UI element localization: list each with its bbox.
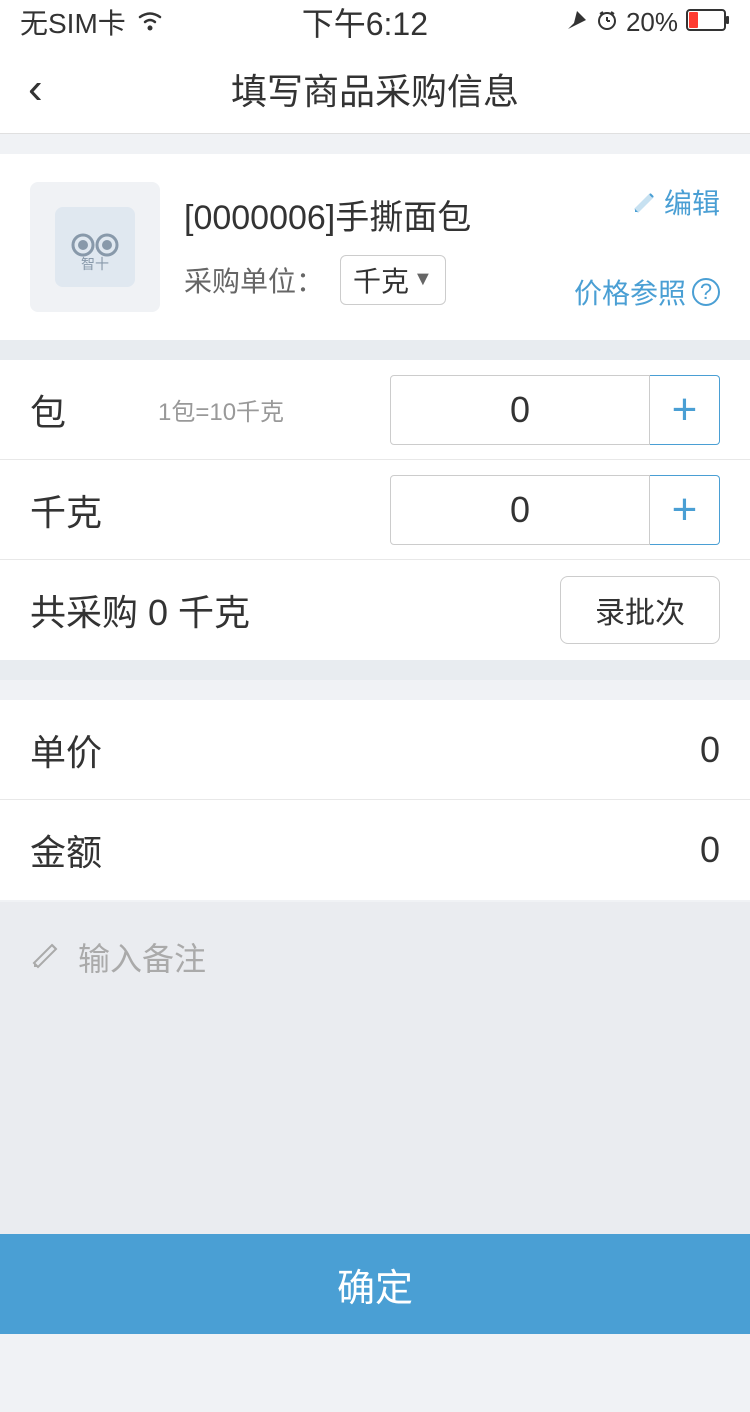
input-section: 包 1包=10千克 + 千克 + 共采购 0 千克 录批次 <box>0 360 750 660</box>
battery-icon <box>686 7 730 38</box>
page-title: 填写商品采购信息 <box>231 63 519 115</box>
confirm-button[interactable]: 确定 <box>0 1234 750 1334</box>
unit-select[interactable]: 千克 ▼ <box>340 255 446 305</box>
product-card: 智十 [0000006]手撕面包 采购单位： 千克 ▼ 编辑 价格参照 <box>0 154 750 340</box>
price-ref-icon: ? <box>692 278 720 306</box>
unit-label: 采购单位： <box>184 260 324 300</box>
status-right: 20% <box>566 7 730 38</box>
kg-input-row: 千克 + <box>0 460 750 560</box>
note-icon <box>30 937 62 977</box>
main-content: 智十 [0000006]手撕面包 采购单位： 千克 ▼ 编辑 价格参照 <box>0 154 750 1412</box>
amount-value: 0 <box>700 829 720 871</box>
bao-sublabel: 1包=10千克 <box>158 392 390 427</box>
product-logo: 智十 <box>55 207 135 287</box>
summary-row: 共采购 0 千克 录批次 <box>0 560 750 660</box>
info-section: 单价 0 金额 0 <box>0 700 750 900</box>
note-section[interactable]: 输入备注 <box>0 902 750 1012</box>
unit-value: 千克 <box>353 260 409 300</box>
unit-dropdown-icon: ▼ <box>413 268 433 291</box>
kg-input-wrapper: + <box>390 475 720 545</box>
bao-label: 包 <box>30 384 150 436</box>
back-button[interactable]: ‹ <box>28 64 43 114</box>
unit-price-value: 0 <box>700 729 720 771</box>
status-bar: 无SIM卡 下午6:12 20% <box>0 0 750 44</box>
product-image: 智十 <box>30 182 160 312</box>
amount-label: 金额 <box>30 824 700 876</box>
carrier-text: 无SIM卡 <box>20 2 126 42</box>
location-icon <box>566 7 588 38</box>
price-ref-label: 价格参照 <box>574 272 686 312</box>
summary-label: 共采购 0 千克 <box>30 584 560 636</box>
record-batch-button[interactable]: 录批次 <box>560 576 720 644</box>
section-divider-1 <box>0 340 750 360</box>
kg-input[interactable] <box>390 475 650 545</box>
wifi-icon <box>136 6 164 38</box>
section-divider-2 <box>0 660 750 680</box>
time-display: 下午6:12 <box>302 0 428 45</box>
svg-text:智十: 智十 <box>81 256 109 272</box>
kg-plus-button[interactable]: + <box>650 475 720 545</box>
bao-input-wrapper: + <box>390 375 720 445</box>
bao-input[interactable] <box>390 375 650 445</box>
bao-input-row: 包 1包=10千克 + <box>0 360 750 460</box>
status-left: 无SIM卡 <box>20 2 164 42</box>
note-placeholder: 输入备注 <box>78 934 206 980</box>
alarm-icon <box>596 7 618 38</box>
unit-price-row: 单价 0 <box>0 700 750 800</box>
bao-plus-button[interactable]: + <box>650 375 720 445</box>
edit-label: 编辑 <box>664 182 720 222</box>
price-ref-button[interactable]: 价格参照 ? <box>574 272 720 312</box>
amount-row: 金额 0 <box>0 800 750 900</box>
unit-price-label: 单价 <box>30 724 700 776</box>
nav-bar: ‹ 填写商品采购信息 <box>0 44 750 134</box>
edit-button[interactable]: 编辑 <box>632 182 720 222</box>
battery-percent: 20% <box>626 7 678 38</box>
edit-icon <box>632 189 658 215</box>
kg-label: 千克 <box>30 484 150 536</box>
